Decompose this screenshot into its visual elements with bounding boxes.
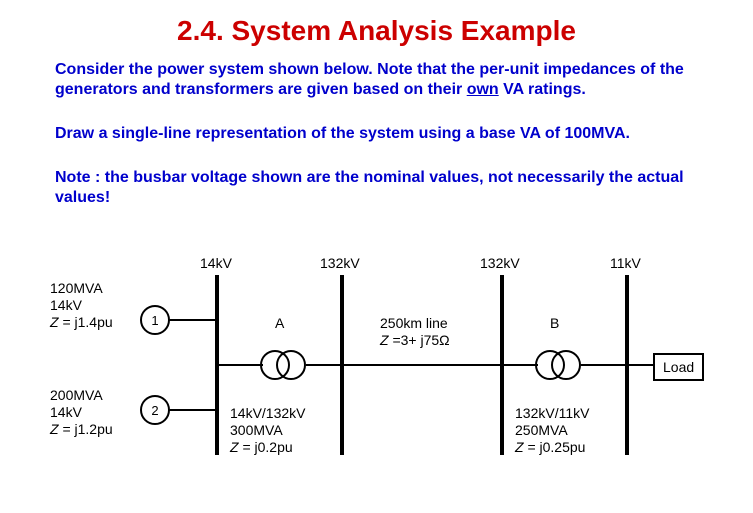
gen1-connector xyxy=(169,319,215,321)
bus1-voltage: 14kV xyxy=(200,255,232,271)
gen2-z-var: Z xyxy=(50,421,59,437)
single-line-diagram: 14kV 132kV 132kV 11kV 120MVA 14kV Z = j1… xyxy=(50,245,700,495)
xfmrA-right-line xyxy=(306,364,340,366)
xfmrB-ratio: 132kV/11kV xyxy=(515,405,589,421)
load-label: Load xyxy=(663,359,694,375)
line-z: Z =3+ j75Ω xyxy=(380,332,450,348)
xfmrB-left-line xyxy=(504,364,538,366)
gen1-z-val: = j1.4pu xyxy=(59,314,113,330)
line-length: 250km line xyxy=(380,315,448,331)
paragraph-1-part-b: VA ratings. xyxy=(499,81,586,98)
line-z-var: Z xyxy=(380,332,389,348)
xfmrA-label: A xyxy=(275,315,284,331)
xfmrB-z: Z = j0.25pu xyxy=(515,439,585,455)
xfmrB-mva: 250MVA xyxy=(515,422,568,438)
paragraph-1: Consider the power system shown below. N… xyxy=(55,60,698,100)
xfmrA-z-var: Z xyxy=(230,439,239,455)
xfmrA-z-val: = j0.2pu xyxy=(239,439,293,455)
load-box: Load xyxy=(653,353,704,381)
transformer-B-symbol xyxy=(535,350,583,380)
transformer-A-symbol xyxy=(260,350,308,380)
page-title: 2.4. System Analysis Example xyxy=(0,15,753,47)
gen2-mva: 200MVA xyxy=(50,387,103,403)
xfmrA-mva: 300MVA xyxy=(230,422,283,438)
transmission-line xyxy=(344,364,500,366)
generator-1-symbol: 1 xyxy=(140,305,170,335)
gen2-z-val: = j1.2pu xyxy=(59,421,113,437)
bus3-voltage: 132kV xyxy=(480,255,520,271)
generator-2-number: 2 xyxy=(151,403,158,418)
paragraph-3: Note : the busbar voltage shown are the … xyxy=(55,168,698,208)
xfmrB-right-line xyxy=(581,364,625,366)
xfmrB-z-val: = j0.25pu xyxy=(524,439,586,455)
xfmrA-left-line xyxy=(219,364,263,366)
line-z-val: =3+ j75Ω xyxy=(389,332,450,348)
xfmrA-z: Z = j0.2pu xyxy=(230,439,293,455)
gen2-connector xyxy=(169,409,215,411)
xfmrB-label: B xyxy=(550,315,559,331)
generator-2-symbol: 2 xyxy=(140,395,170,425)
gen2-z: Z = j1.2pu xyxy=(50,421,113,437)
paragraph-2: Draw a single-line representation of the… xyxy=(55,124,698,144)
gen1-kv: 14kV xyxy=(50,297,82,313)
xfmrB-z-var: Z xyxy=(515,439,524,455)
bus4-voltage: 11kV xyxy=(610,255,641,271)
gen1-mva: 120MVA xyxy=(50,280,103,296)
paragraph-1-own-underline: own xyxy=(467,81,499,98)
bus2-voltage: 132kV xyxy=(320,255,360,271)
gen1-z: Z = j1.4pu xyxy=(50,314,113,330)
paragraph-1-part-a: Consider the power system shown below. N… xyxy=(55,61,684,98)
gen1-z-var: Z xyxy=(50,314,59,330)
generator-1-number: 1 xyxy=(151,313,158,328)
load-connector xyxy=(629,364,653,366)
xfmrA-ratio: 14kV/132kV xyxy=(230,405,306,421)
gen2-kv: 14kV xyxy=(50,404,82,420)
